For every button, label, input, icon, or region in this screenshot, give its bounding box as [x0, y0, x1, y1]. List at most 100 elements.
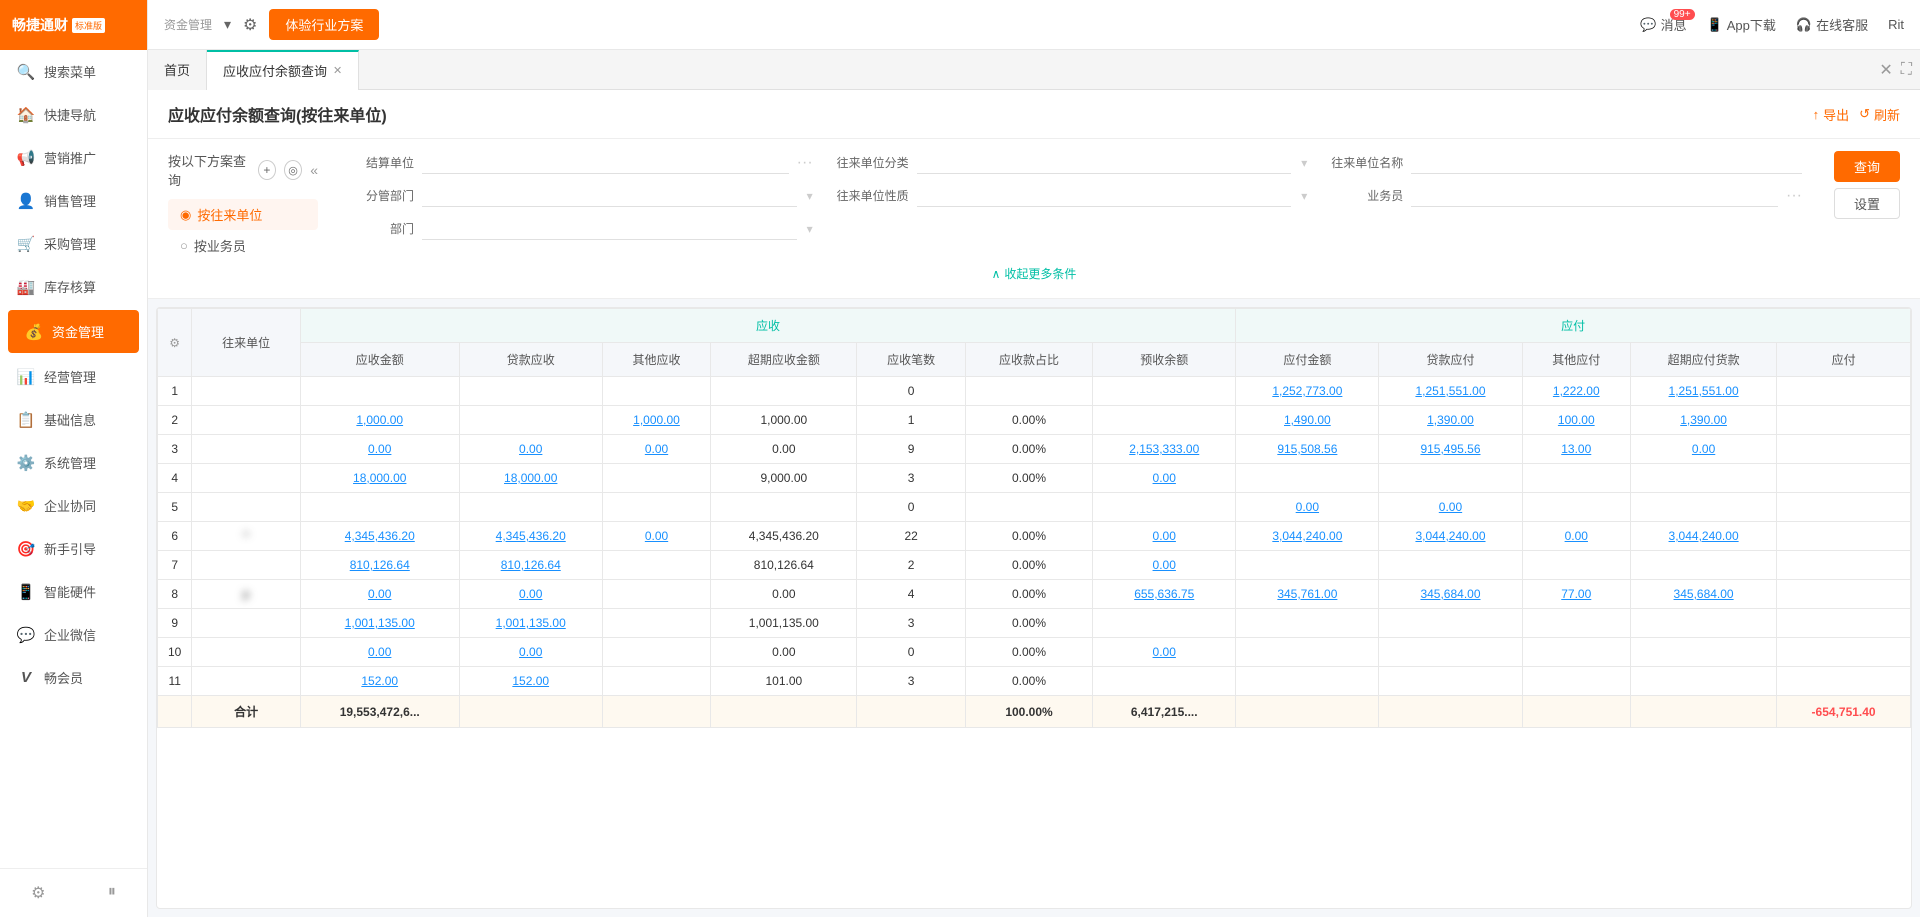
cell-link[interactable]: 0.00 — [1439, 500, 1462, 514]
refresh-button[interactable]: ↺ 刷新 — [1859, 105, 1900, 124]
settings-button[interactable]: 设置 — [1834, 188, 1900, 219]
settlement-unit-input[interactable] — [422, 151, 789, 174]
cell-link[interactable]: 0.00 — [1692, 442, 1715, 456]
table-settings-icon[interactable]: ⚙ — [169, 336, 180, 350]
cell-link[interactable]: 77.00 — [1561, 587, 1591, 601]
nav-by-partner[interactable]: ◉ 按往来单位 — [168, 199, 318, 230]
cell-link[interactable]: 1,390.00 — [1680, 413, 1727, 427]
cell-link[interactable]: 0.00 — [1296, 500, 1319, 514]
sidebar-item-enterprise[interactable]: 🤝 企业协同 — [0, 484, 147, 527]
sidebar-item-inventory[interactable]: 🏭 库存核算 — [0, 265, 147, 308]
dept-chevron[interactable]: ▾ — [807, 222, 813, 236]
cell-link[interactable]: 1,390.00 — [1427, 413, 1474, 427]
sidebar-item-operations[interactable]: 📊 经营管理 — [0, 355, 147, 398]
cell-link[interactable]: 1,001,135.00 — [496, 616, 566, 630]
cell-link[interactable]: 0.00 — [645, 442, 668, 456]
tab-close-window-btn[interactable]: ✕ — [1879, 60, 1892, 80]
cell-link[interactable]: 0.00 — [368, 587, 391, 601]
cell-link[interactable]: 0.00 — [519, 587, 542, 601]
nav-by-salesman[interactable]: ○ 按业务员 — [168, 230, 318, 261]
promo-button[interactable]: 体验行业方案 — [269, 9, 379, 40]
cell-link[interactable]: 0.00 — [519, 442, 542, 456]
collapse-more-btn[interactable]: ∧ 收起更多条件 — [168, 261, 1900, 286]
filter-add-btn[interactable]: + — [258, 160, 276, 180]
partner-nature-chevron[interactable]: ▾ — [1301, 189, 1307, 203]
header-dropdown-btn[interactable]: ▾ — [224, 16, 231, 33]
sidebar-item-member[interactable]: V 畅会员 — [0, 656, 147, 699]
cell-link[interactable]: 655,636.75 — [1134, 587, 1194, 601]
cell-link[interactable]: 152.00 — [512, 674, 549, 688]
cell-link[interactable]: 4,345,436.20 — [345, 529, 415, 543]
cell-link[interactable]: 3,044,240.00 — [1415, 529, 1485, 543]
settings-footer-btn[interactable]: ⚙ — [25, 877, 51, 909]
tab-close-btn[interactable]: ✕ — [333, 64, 342, 77]
sidebar-item-system[interactable]: ⚙️ 系统管理 — [0, 441, 147, 484]
cell-link[interactable]: 0.00 — [519, 645, 542, 659]
dept-mgr-chevron[interactable]: ▾ — [807, 189, 813, 203]
partner-category-input[interactable] — [917, 151, 1292, 174]
cell-link[interactable]: 810,126.64 — [350, 558, 410, 572]
filter-target-btn[interactable]: ◎ — [284, 160, 302, 180]
cell-link[interactable]: 0.00 — [1153, 529, 1176, 543]
sidebar-item-smart-hw[interactable]: 📱 智能硬件 — [0, 570, 147, 613]
user-name[interactable]: Rit — [1888, 17, 1904, 32]
sidebar-item-purchase[interactable]: 🛒 采购管理 — [0, 222, 147, 265]
sidebar-item-wechat[interactable]: 💬 企业微信 — [0, 613, 147, 656]
cell-link[interactable]: 18,000.00 — [353, 471, 406, 485]
query-button[interactable]: 查询 — [1834, 151, 1900, 182]
dept-mgr-input[interactable] — [422, 184, 797, 207]
filter-collapse-btn[interactable]: « — [310, 162, 318, 178]
cell-link[interactable]: 1,222.00 — [1553, 384, 1600, 398]
sidebar-item-search-menu[interactable]: 🔍 搜索菜单 — [0, 50, 147, 93]
cell-link[interactable]: 345,684.00 — [1674, 587, 1734, 601]
cell-link[interactable]: 810,126.64 — [501, 558, 561, 572]
cell-link[interactable]: 1,001,135.00 — [345, 616, 415, 630]
cell-link[interactable]: 152.00 — [361, 674, 398, 688]
cell-link[interactable]: 2,153,333.00 — [1129, 442, 1199, 456]
sidebar-item-finance[interactable]: 💰 资金管理 — [8, 310, 139, 353]
dept-input[interactable] — [422, 217, 797, 240]
cell-link[interactable]: 0.00 — [1153, 471, 1176, 485]
sidebar-item-basic-info[interactable]: 📋 基础信息 — [0, 398, 147, 441]
cell-link[interactable]: 345,761.00 — [1277, 587, 1337, 601]
partner-name-input[interactable] — [1411, 151, 1802, 174]
export-button[interactable]: ↑ 导出 — [1813, 105, 1850, 124]
message-btn[interactable]: 💬 消息 99+ — [1640, 15, 1686, 34]
cell-link[interactable]: 0.00 — [1153, 645, 1176, 659]
header-gear-btn[interactable]: ⚙ — [243, 15, 257, 35]
cell-link[interactable]: 1,000.00 — [633, 413, 680, 427]
cell-link[interactable]: 1,251,551.00 — [1415, 384, 1485, 398]
cell-link[interactable]: 3,044,240.00 — [1669, 529, 1739, 543]
cell-link[interactable]: 13.00 — [1561, 442, 1591, 456]
cell-link[interactable]: 915,508.56 — [1277, 442, 1337, 456]
cell-link[interactable]: 0.00 — [368, 645, 391, 659]
cell-link[interactable]: 0.00 — [645, 529, 668, 543]
sidebar-item-marketing[interactable]: 📢 营销推广 — [0, 136, 147, 179]
cell-link[interactable]: 345,684.00 — [1420, 587, 1480, 601]
cell-link[interactable]: 4,345,436.20 — [496, 529, 566, 543]
cell-link[interactable]: 0.00 — [1153, 558, 1176, 572]
salesman-input[interactable] — [1411, 184, 1778, 207]
cell-link[interactable]: 0.00 — [368, 442, 391, 456]
tab-ar-ap-query[interactable]: 应收应付余额查询 ✕ — [207, 50, 359, 90]
collapse-sidebar-btn[interactable]: ⏸ — [102, 877, 122, 909]
cell-link[interactable]: 1,000.00 — [356, 413, 403, 427]
cell-link[interactable]: 915,495.56 — [1420, 442, 1480, 456]
customer-service-btn[interactable]: 🎧 在线客服 — [1796, 15, 1868, 34]
cell-link[interactable]: 3,044,240.00 — [1272, 529, 1342, 543]
cell-link[interactable]: 1,490.00 — [1284, 413, 1331, 427]
cell-link[interactable]: 100.00 — [1558, 413, 1595, 427]
sidebar-item-guide[interactable]: 🎯 新手引导 — [0, 527, 147, 570]
cell-link[interactable]: 1,252,773.00 — [1272, 384, 1342, 398]
sidebar-item-quick-nav[interactable]: 🏠 快捷导航 — [0, 93, 147, 136]
cell-link[interactable]: 1,251,551.00 — [1669, 384, 1739, 398]
sidebar-item-sales[interactable]: 👤 销售管理 — [0, 179, 147, 222]
tab-maximize-btn[interactable]: ⛶ — [1901, 61, 1912, 79]
cell-link[interactable]: 0.00 — [1565, 529, 1588, 543]
cell-link[interactable]: 18,000.00 — [504, 471, 557, 485]
tab-home[interactable]: 首页 — [148, 50, 207, 90]
salesman-dots[interactable]: ··· — [1786, 187, 1802, 205]
partner-nature-input[interactable] — [917, 184, 1292, 207]
app-download-btn[interactable]: 📱 App下载 — [1707, 15, 1776, 34]
settlement-unit-dots[interactable]: ··· — [797, 154, 813, 172]
